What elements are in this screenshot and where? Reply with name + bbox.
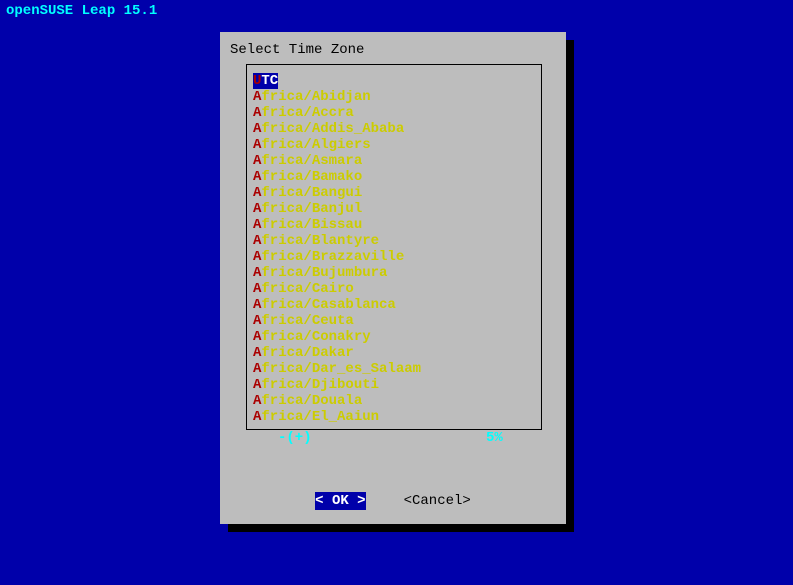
cancel-button[interactable]: <Cancel> [404,492,471,510]
list-item-label: TC [261,73,278,89]
list-item[interactable]: Africa/Ceuta [253,313,535,329]
list-item-label: frica/Abidjan [261,89,370,105]
timezone-listbox[interactable]: UTCAfrica/AbidjanAfrica/AccraAfrica/Addi… [246,64,542,430]
list-item-label: frica/Addis_Ababa [261,121,404,137]
list-item[interactable]: Africa/Bujumbura [253,265,535,281]
list-item-label: frica/Bamako [261,169,362,185]
dialog-buttons: < OK > <Cancel> [220,492,566,510]
list-item-label: frica/Cairo [261,281,353,297]
list-item-label: frica/Casablanca [261,297,395,313]
list-item-label: frica/Asmara [261,153,362,169]
scroll-percent: 5% [486,430,503,446]
list-item[interactable]: Africa/Bissau [253,217,535,233]
list-item[interactable]: Africa/Asmara [253,153,535,169]
list-item[interactable]: Africa/Cairo [253,281,535,297]
list-item-label: frica/Djibouti [261,377,379,393]
list-item[interactable]: Africa/Bamako [253,169,535,185]
list-item-label: frica/Dakar [261,345,353,361]
list-item-label: frica/Bissau [261,217,362,233]
app-title: openSUSE Leap 15.1 [0,0,793,22]
list-item[interactable]: Africa/Addis_Ababa [253,121,535,137]
dialog-label: Select Time Zone [220,32,566,64]
list-item[interactable]: Africa/El_Aaiun [253,409,535,425]
list-item-label: frica/El_Aaiun [261,409,379,425]
list-item[interactable]: Africa/Douala [253,393,535,409]
list-item-label: frica/Accra [261,105,353,121]
list-item-label: frica/Ceuta [261,313,353,329]
list-item[interactable]: Africa/Dar_es_Salaam [253,361,535,377]
list-item-label: frica/Bangui [261,185,362,201]
list-item-label: frica/Dar_es_Salaam [261,361,421,377]
scroll-glyph: -(+) [246,430,486,446]
list-item-label: frica/Brazzaville [261,249,404,265]
ok-button[interactable]: < OK > [315,492,365,510]
list-item[interactable]: Africa/Accra [253,105,535,121]
list-item-label: frica/Banjul [261,201,362,217]
list-item[interactable]: UTC [253,73,535,89]
list-scroll-indicator: -(+) 5% [246,430,540,446]
list-item[interactable]: Africa/Dakar [253,345,535,361]
list-item-label: frica/Blantyre [261,233,379,249]
list-item[interactable]: Africa/Blantyre [253,233,535,249]
list-item[interactable]: Africa/Bangui [253,185,535,201]
list-item[interactable]: Africa/Conakry [253,329,535,345]
list-item-label: frica/Bujumbura [261,265,387,281]
list-item[interactable]: Africa/Abidjan [253,89,535,105]
list-item-label: frica/Algiers [261,137,370,153]
list-item[interactable]: Africa/Casablanca [253,297,535,313]
list-item[interactable]: Africa/Algiers [253,137,535,153]
list-item-label: frica/Conakry [261,329,370,345]
list-item[interactable]: Africa/Djibouti [253,377,535,393]
list-item[interactable]: Africa/Banjul [253,201,535,217]
list-item[interactable]: Africa/Brazzaville [253,249,535,265]
list-item-label: frica/Douala [261,393,362,409]
timezone-dialog: Select Time Zone UTCAfrica/AbidjanAfrica… [220,32,566,524]
